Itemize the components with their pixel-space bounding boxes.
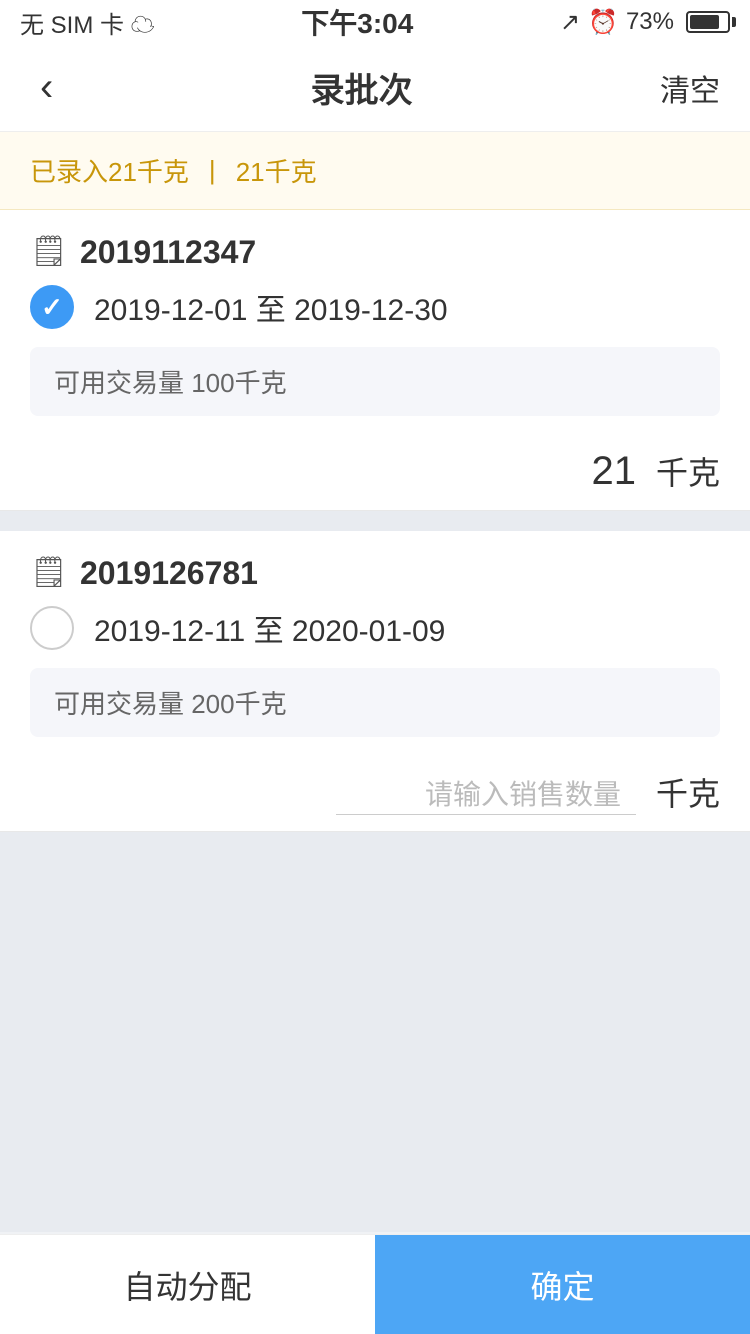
qty-row-1: 21 千克	[0, 432, 750, 510]
qty-unit-2: 千克	[656, 769, 720, 815]
nav-bar: ‹ 录批次 清空	[0, 44, 750, 132]
status-left: 无 SIM 卡 ☁	[20, 5, 155, 40]
battery-icon	[686, 11, 730, 33]
sim-status: 无 SIM 卡 ☁	[20, 5, 155, 40]
auto-distribute-button[interactable]: 自动分配	[0, 1235, 375, 1334]
batch-radio-1[interactable]	[30, 285, 74, 329]
recorded-value: 21千克	[236, 152, 317, 189]
batch-date-2: 2019-12-11 至 2020-01-09	[94, 606, 445, 650]
batch-id-2: 2019126781	[80, 555, 258, 592]
location-icon: ↗	[560, 8, 580, 37]
page-title: 录批次	[311, 63, 413, 112]
qty-row-2[interactable]: 千克	[0, 753, 750, 831]
qty-value-1: 21	[591, 449, 636, 494]
batch-card-1: 🗒 2019112347 2019-12-01 至 2019-12-30 可用交…	[0, 210, 750, 511]
status-right: ↗ ⏰ 73%	[560, 8, 730, 37]
batch-header-2: 🗒 2019126781	[0, 531, 750, 602]
batch-header-1: 🗒 2019112347	[0, 210, 750, 281]
status-bar: 无 SIM 卡 ☁ 下午3:04 ↗ ⏰ 73%	[0, 0, 750, 44]
bottom-bar: 自动分配 确定	[0, 1234, 750, 1334]
alarm-icon: ⏰	[588, 8, 618, 37]
batch-date-row-1: 2019-12-01 至 2019-12-30	[0, 281, 750, 339]
batch-id-icon-1: 🗒	[30, 234, 68, 269]
qty-input-2[interactable]	[336, 769, 636, 815]
batch-card-2: 🗒 2019126781 2019-12-11 至 2020-01-09 可用交…	[0, 531, 750, 832]
batch-date-row-2: 2019-12-11 至 2020-01-09	[0, 602, 750, 660]
confirm-button[interactable]: 确定	[375, 1235, 750, 1334]
batch-date-1: 2019-12-01 至 2019-12-30	[94, 285, 448, 329]
batch-radio-2[interactable]	[30, 606, 74, 650]
info-bar: 已录入21千克 | 21千克	[0, 132, 750, 210]
section-divider	[0, 511, 750, 531]
gray-area	[0, 832, 750, 1232]
back-button[interactable]: ‹	[30, 55, 63, 120]
info-divider: |	[209, 155, 216, 186]
batch-id-1: 2019112347	[80, 234, 256, 271]
battery-percent: 73%	[626, 8, 674, 36]
recorded-label: 已录入21千克	[30, 152, 189, 189]
qty-unit-1: 千克	[656, 448, 720, 494]
clear-button[interactable]: 清空	[660, 66, 720, 110]
batch-available-2: 可用交易量 200千克	[30, 668, 720, 737]
content-area: 🗒 2019112347 2019-12-01 至 2019-12-30 可用交…	[0, 210, 750, 1332]
batch-id-icon-2: 🗒	[30, 555, 68, 590]
batch-available-1: 可用交易量 100千克	[30, 347, 720, 416]
status-time: 下午3:04	[301, 2, 413, 42]
